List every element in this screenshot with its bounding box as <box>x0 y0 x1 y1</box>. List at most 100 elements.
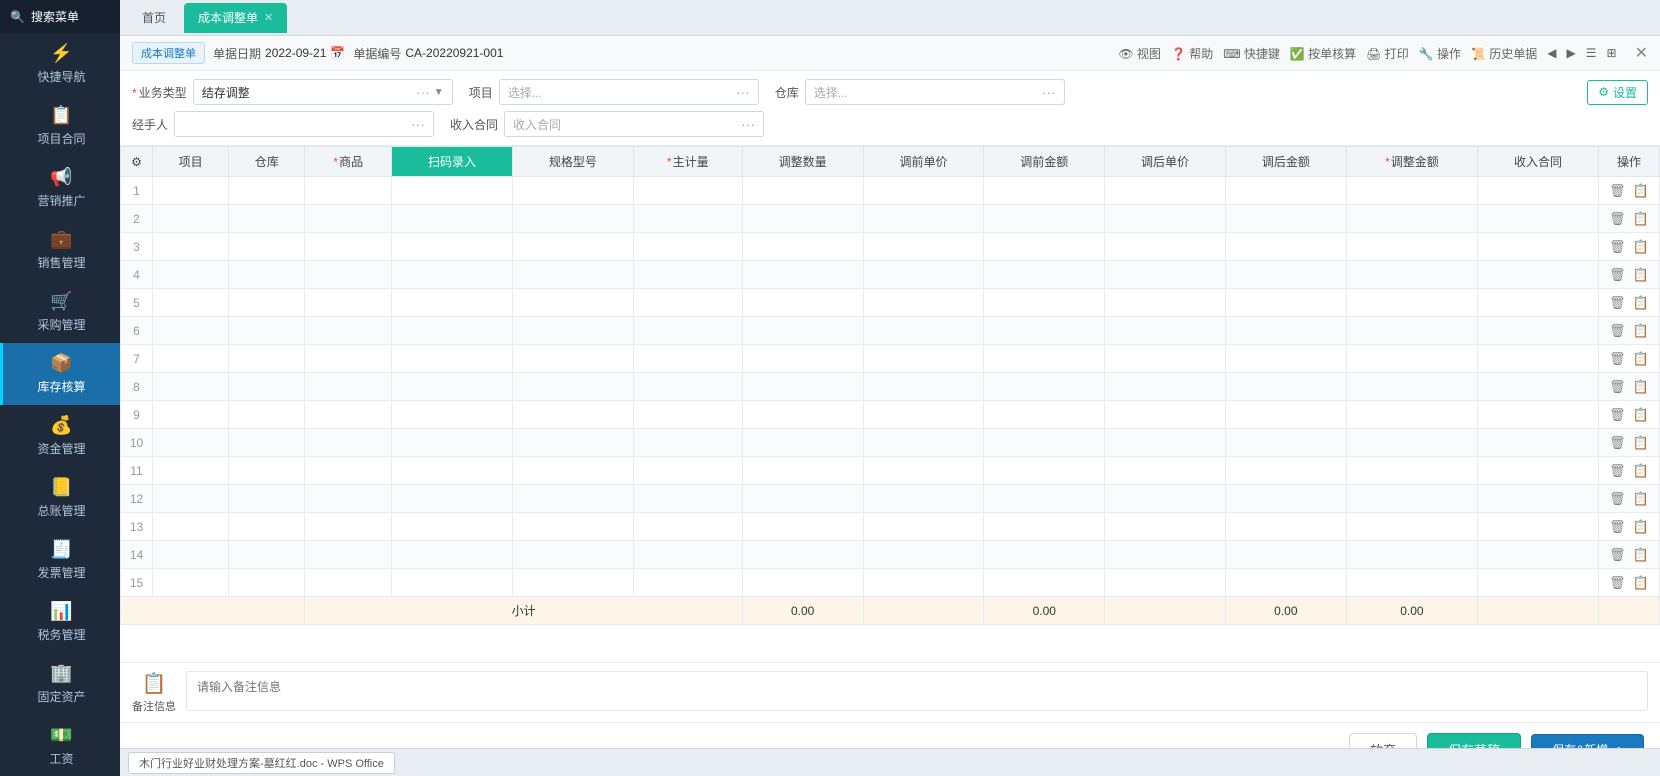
row-5-after-amount[interactable] <box>1225 289 1346 317</box>
row-12-after-amount[interactable] <box>1225 485 1346 513</box>
row-6-product[interactable] <box>305 317 392 345</box>
income-contract-input[interactable]: 收入合同 ··· <box>504 111 764 137</box>
row-14-copy-icon[interactable]: 📋 <box>1633 547 1649 562</box>
row-2-adj-qty[interactable] <box>742 205 863 233</box>
tab-cost-adjust[interactable]: 成本调整单 ✕ <box>184 3 287 33</box>
row-9-copy-icon[interactable]: 📋 <box>1633 407 1649 422</box>
row-6-before-price[interactable] <box>863 317 984 345</box>
row-14-after-price[interactable] <box>1105 541 1226 569</box>
row-9-before-price[interactable] <box>863 401 984 429</box>
row-14-adj-qty[interactable] <box>742 541 863 569</box>
row-3-scan[interactable] <box>392 233 513 261</box>
row-11-project[interactable] <box>153 457 229 485</box>
row-12-delete-icon[interactable]: 🗑 <box>1609 491 1626 506</box>
sidebar-item-fixed-assets[interactable]: 🏢固定资产 <box>0 653 120 715</box>
row-13-before-price[interactable] <box>863 513 984 541</box>
sidebar-item-inventory-calc[interactable]: 📦库存核算 <box>0 343 120 405</box>
row-2-adj-amount[interactable] <box>1346 205 1477 233</box>
row-5-adj-amount[interactable] <box>1346 289 1477 317</box>
row-13-after-price[interactable] <box>1105 513 1226 541</box>
tab-close-icon[interactable]: ✕ <box>264 11 273 24</box>
row-7-after-price[interactable] <box>1105 345 1226 373</box>
date-icon[interactable]: 📅 <box>330 46 345 60</box>
row-14-before-price[interactable] <box>863 541 984 569</box>
row-1-scan[interactable] <box>392 177 513 205</box>
row-11-after-amount[interactable] <box>1225 457 1346 485</box>
row-8-before-price[interactable] <box>863 373 984 401</box>
row-9-product[interactable] <box>305 401 392 429</box>
row-10-after-amount[interactable] <box>1225 429 1346 457</box>
row-15-product[interactable] <box>305 569 392 597</box>
row-10-project[interactable] <box>153 429 229 457</box>
row-9-scan[interactable] <box>392 401 513 429</box>
row-12-copy-icon[interactable]: 📋 <box>1633 491 1649 506</box>
row-1-copy-icon[interactable]: 📋 <box>1633 183 1649 198</box>
business-type-dots[interactable]: ··· <box>416 84 430 100</box>
row-15-unit[interactable] <box>633 569 742 597</box>
row-12-before-amount[interactable] <box>984 485 1105 513</box>
row-4-after-price[interactable] <box>1105 261 1226 289</box>
row-13-project[interactable] <box>153 513 229 541</box>
row-1-project[interactable] <box>153 177 229 205</box>
row-7-scan[interactable] <box>392 345 513 373</box>
settings-button[interactable]: ⚙ 设置 <box>1587 80 1648 105</box>
row-13-adj-qty[interactable] <box>742 513 863 541</box>
row-10-product[interactable] <box>305 429 392 457</box>
row-4-product[interactable] <box>305 261 392 289</box>
income-contract-dots[interactable]: ··· <box>741 116 755 132</box>
warehouse-input[interactable]: 选择... ··· <box>805 79 1065 105</box>
row-4-after-amount[interactable] <box>1225 261 1346 289</box>
row-5-delete-icon[interactable]: 🗑 <box>1609 295 1626 310</box>
row-6-scan[interactable] <box>392 317 513 345</box>
row-12-adj-amount[interactable] <box>1346 485 1477 513</box>
row-10-warehouse[interactable] <box>229 429 305 457</box>
row-11-before-price[interactable] <box>863 457 984 485</box>
row-15-after-price[interactable] <box>1105 569 1226 597</box>
row-3-unit[interactable] <box>633 233 742 261</box>
row-7-before-price[interactable] <box>863 345 984 373</box>
row-13-copy-icon[interactable]: 📋 <box>1633 519 1649 534</box>
row-7-income-contract[interactable] <box>1478 345 1599 373</box>
row-7-project[interactable] <box>153 345 229 373</box>
row-13-before-amount[interactable] <box>984 513 1105 541</box>
row-13-adj-amount[interactable] <box>1346 513 1477 541</box>
row-8-spec[interactable] <box>512 373 633 401</box>
row-1-after-amount[interactable] <box>1225 177 1346 205</box>
row-4-adj-qty[interactable] <box>742 261 863 289</box>
row-11-after-price[interactable] <box>1105 457 1226 485</box>
row-2-after-price[interactable] <box>1105 205 1226 233</box>
sidebar-item-tax-mgmt[interactable]: 📊税务管理 <box>0 591 120 653</box>
row-4-copy-icon[interactable]: 📋 <box>1633 267 1649 282</box>
sidebar-item-sales-promotion[interactable]: 📢营销推广 <box>0 157 120 219</box>
row-13-unit[interactable] <box>633 513 742 541</box>
row-7-product[interactable] <box>305 345 392 373</box>
row-11-adj-qty[interactable] <box>742 457 863 485</box>
tab-home[interactable]: 首页 <box>128 3 180 33</box>
business-type-arrow[interactable]: ▼ <box>434 87 444 98</box>
row-1-unit[interactable] <box>633 177 742 205</box>
row-13-delete-icon[interactable]: 🗑 <box>1609 519 1626 534</box>
row-3-after-price[interactable] <box>1105 233 1226 261</box>
row-14-adj-amount[interactable] <box>1346 541 1477 569</box>
sidebar-item-invoice-mgmt[interactable]: 🧾发票管理 <box>0 529 120 591</box>
review-action[interactable]: ✅ 按单核算 <box>1290 45 1356 62</box>
row-8-delete-icon[interactable]: 🗑 <box>1609 379 1626 394</box>
row-14-product[interactable] <box>305 541 392 569</box>
row-14-after-amount[interactable] <box>1225 541 1346 569</box>
row-11-product[interactable] <box>305 457 392 485</box>
row-3-spec[interactable] <box>512 233 633 261</box>
row-5-scan[interactable] <box>392 289 513 317</box>
row-1-income-contract[interactable] <box>1478 177 1599 205</box>
row-11-copy-icon[interactable]: 📋 <box>1633 463 1649 478</box>
row-8-product[interactable] <box>305 373 392 401</box>
row-10-before-price[interactable] <box>863 429 984 457</box>
row-11-scan[interactable] <box>392 457 513 485</box>
project-input[interactable]: 选择... ··· <box>499 79 759 105</box>
row-2-product[interactable] <box>305 205 392 233</box>
row-3-copy-icon[interactable]: 📋 <box>1633 239 1649 254</box>
row-7-after-amount[interactable] <box>1225 345 1346 373</box>
business-type-input[interactable]: 结存调整 ··· ▼ <box>193 79 453 105</box>
row-8-unit[interactable] <box>633 373 742 401</box>
next-action[interactable]: ▶ <box>1567 46 1576 60</box>
row-3-project[interactable] <box>153 233 229 261</box>
